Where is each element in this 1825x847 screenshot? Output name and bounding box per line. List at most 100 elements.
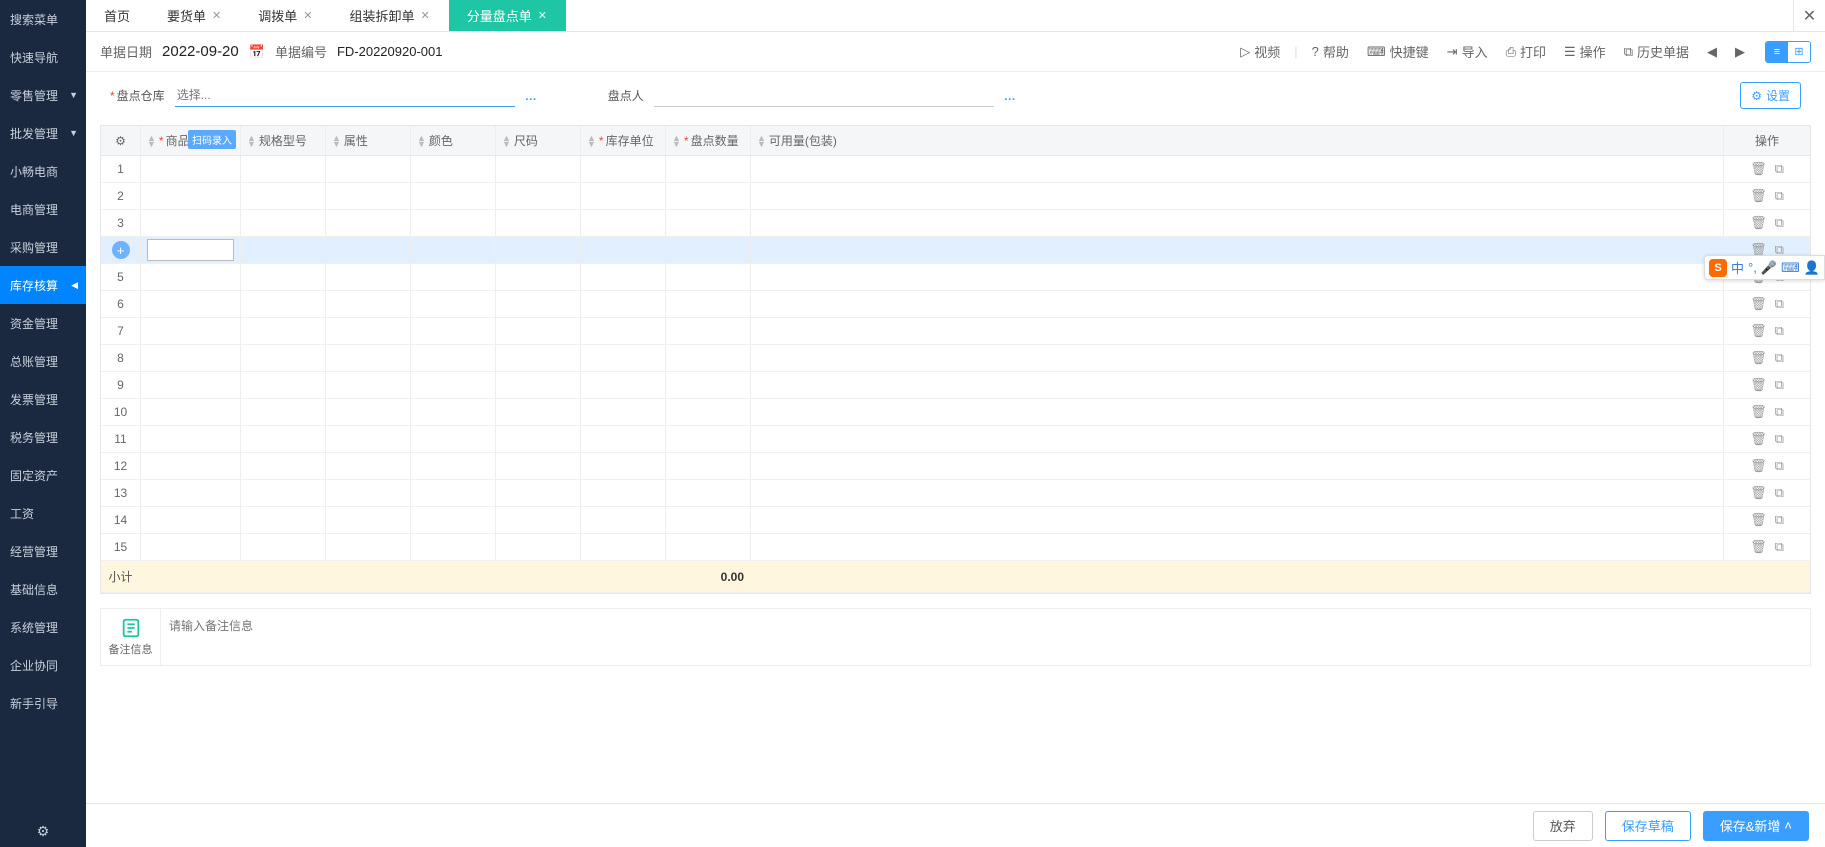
- copy-icon[interactable]: ⧉: [1775, 458, 1784, 474]
- ime-mic-icon[interactable]: 🎤: [1761, 260, 1777, 276]
- delete-icon[interactable]: 🗑: [1750, 296, 1767, 312]
- table-row[interactable]: 8🗑⧉: [101, 345, 1810, 372]
- sidebar-item-5[interactable]: 电商管理: [0, 190, 86, 228]
- tool-shortcut[interactable]: ⌨ 快捷键: [1363, 42, 1433, 61]
- header-size[interactable]: ▲▼尺码: [496, 126, 581, 155]
- table-row[interactable]: 3🗑⧉: [101, 210, 1810, 237]
- tool-video[interactable]: ▷ 视频: [1236, 42, 1284, 61]
- table-row[interactable]: 13🗑⧉: [101, 480, 1810, 507]
- remark-input[interactable]: [161, 609, 1810, 665]
- sidebar-item-4[interactable]: 小畅电商: [0, 152, 86, 190]
- add-row-icon[interactable]: +: [112, 241, 130, 259]
- warehouse-lookup-icon[interactable]: …: [525, 89, 538, 103]
- table-row[interactable]: 9🗑⧉: [101, 372, 1810, 399]
- header-config-icon[interactable]: ⚙: [101, 126, 141, 155]
- tab-2[interactable]: 调拨单✕: [240, 0, 331, 31]
- save-draft-button[interactable]: 保存草稿: [1605, 811, 1691, 841]
- copy-icon[interactable]: ⧉: [1775, 404, 1784, 420]
- product-cell-input[interactable]: [147, 239, 234, 261]
- sidebar-item-2[interactable]: 零售管理▼: [0, 76, 86, 114]
- delete-icon[interactable]: 🗑: [1750, 161, 1767, 177]
- delete-icon[interactable]: 🗑: [1750, 539, 1767, 555]
- ime-punct-icon[interactable]: °,: [1748, 260, 1757, 275]
- tool-operate[interactable]: ☰ 操作: [1560, 42, 1610, 61]
- delete-icon[interactable]: 🗑: [1750, 512, 1767, 528]
- tab-0[interactable]: 首页: [86, 0, 149, 31]
- copy-icon[interactable]: ⧉: [1775, 377, 1784, 393]
- table-row[interactable]: 12🗑⧉: [101, 453, 1810, 480]
- view-grid-icon[interactable]: ⊞: [1788, 42, 1810, 62]
- tab-3[interactable]: 组装拆卸单✕: [331, 0, 448, 31]
- ime-keyboard-icon[interactable]: ⌨: [1781, 260, 1800, 276]
- view-toggle[interactable]: ≡ ⊞: [1765, 41, 1811, 63]
- table-row[interactable]: 6🗑⧉: [101, 291, 1810, 318]
- ime-person-icon[interactable]: 👤: [1804, 260, 1820, 276]
- warehouse-input[interactable]: [175, 84, 515, 107]
- header-unit[interactable]: ▲▼*库存单位: [581, 126, 666, 155]
- save-add-button[interactable]: 保存&新增˄: [1703, 811, 1809, 841]
- sidebar-item-0[interactable]: 搜索菜单: [0, 0, 86, 38]
- copy-icon[interactable]: ⧉: [1775, 215, 1784, 231]
- close-icon[interactable]: ✕: [303, 9, 312, 22]
- header-attr[interactable]: ▲▼属性: [326, 126, 411, 155]
- close-icon[interactable]: ✕: [212, 9, 221, 22]
- copy-icon[interactable]: ⧉: [1775, 188, 1784, 204]
- sidebar-item-12[interactable]: 固定资产: [0, 456, 86, 494]
- ime-lang[interactable]: 中: [1731, 258, 1744, 277]
- table-row[interactable]: +🗑⧉: [101, 237, 1810, 264]
- tool-help[interactable]: ? 帮助: [1308, 42, 1353, 61]
- scan-badge[interactable]: 扫码录入: [188, 130, 236, 149]
- delete-icon[interactable]: 🗑: [1750, 188, 1767, 204]
- close-icon[interactable]: ✕: [538, 9, 547, 22]
- tool-print[interactable]: ⎙ 打印: [1502, 42, 1550, 61]
- table-row[interactable]: 7🗑⧉: [101, 318, 1810, 345]
- tool-import[interactable]: ⇥ 导入: [1443, 42, 1492, 61]
- sidebar-settings-icon[interactable]: ⚙: [0, 815, 86, 847]
- settings-button[interactable]: ⚙ 设置: [1740, 82, 1801, 109]
- header-qty[interactable]: ▲▼*盘点数量: [666, 126, 751, 155]
- tab-1[interactable]: 要货单✕: [149, 0, 240, 31]
- table-row[interactable]: 1🗑⧉: [101, 156, 1810, 183]
- copy-icon[interactable]: ⧉: [1775, 323, 1784, 339]
- copy-icon[interactable]: ⧉: [1775, 485, 1784, 501]
- close-icon[interactable]: ✕: [421, 9, 430, 22]
- sidebar-item-7[interactable]: 库存核算◀: [0, 266, 86, 304]
- ime-toolbar[interactable]: S 中 °, 🎤 ⌨ 👤: [1704, 255, 1825, 280]
- copy-icon[interactable]: ⧉: [1775, 512, 1784, 528]
- checker-lookup-icon[interactable]: …: [1004, 89, 1017, 103]
- header-spec[interactable]: ▲▼规格型号: [241, 126, 326, 155]
- sidebar-item-16[interactable]: 系统管理: [0, 608, 86, 646]
- date-value[interactable]: 2022-09-20: [162, 43, 239, 60]
- sidebar-item-18[interactable]: 新手引导: [0, 684, 86, 722]
- delete-icon[interactable]: 🗑: [1750, 350, 1767, 366]
- copy-icon[interactable]: ⧉: [1775, 350, 1784, 366]
- copy-icon[interactable]: ⧉: [1775, 539, 1784, 555]
- delete-icon[interactable]: 🗑: [1750, 485, 1767, 501]
- delete-icon[interactable]: 🗑: [1750, 215, 1767, 231]
- delete-icon[interactable]: 🗑: [1750, 377, 1767, 393]
- header-product[interactable]: ▲▼*商品 扫码录入: [141, 126, 241, 155]
- table-row[interactable]: 5🗑⧉: [101, 264, 1810, 291]
- sidebar-item-11[interactable]: 税务管理: [0, 418, 86, 456]
- sidebar-item-10[interactable]: 发票管理: [0, 380, 86, 418]
- table-row[interactable]: 2🗑⧉: [101, 183, 1810, 210]
- view-list-icon[interactable]: ≡: [1766, 42, 1788, 62]
- sidebar-item-9[interactable]: 总账管理: [0, 342, 86, 380]
- delete-icon[interactable]: 🗑: [1750, 323, 1767, 339]
- sidebar-item-3[interactable]: 批发管理▼: [0, 114, 86, 152]
- sidebar-item-1[interactable]: 快速导航: [0, 38, 86, 76]
- delete-icon[interactable]: 🗑: [1750, 458, 1767, 474]
- table-row[interactable]: 10🗑⧉: [101, 399, 1810, 426]
- sidebar-item-13[interactable]: 工资: [0, 494, 86, 532]
- table-row[interactable]: 14🗑⧉: [101, 507, 1810, 534]
- table-row[interactable]: 15🗑⧉: [101, 534, 1810, 561]
- nav-next[interactable]: ▶: [1731, 44, 1749, 60]
- tabs-close-all[interactable]: ✕: [1793, 0, 1825, 31]
- sidebar-item-17[interactable]: 企业协同: [0, 646, 86, 684]
- table-row[interactable]: 11🗑⧉: [101, 426, 1810, 453]
- delete-icon[interactable]: 🗑: [1750, 404, 1767, 420]
- nav-prev[interactable]: ◀: [1703, 44, 1721, 60]
- sidebar-item-14[interactable]: 经营管理: [0, 532, 86, 570]
- sidebar-item-8[interactable]: 资金管理: [0, 304, 86, 342]
- discard-button[interactable]: 放弃: [1533, 811, 1593, 841]
